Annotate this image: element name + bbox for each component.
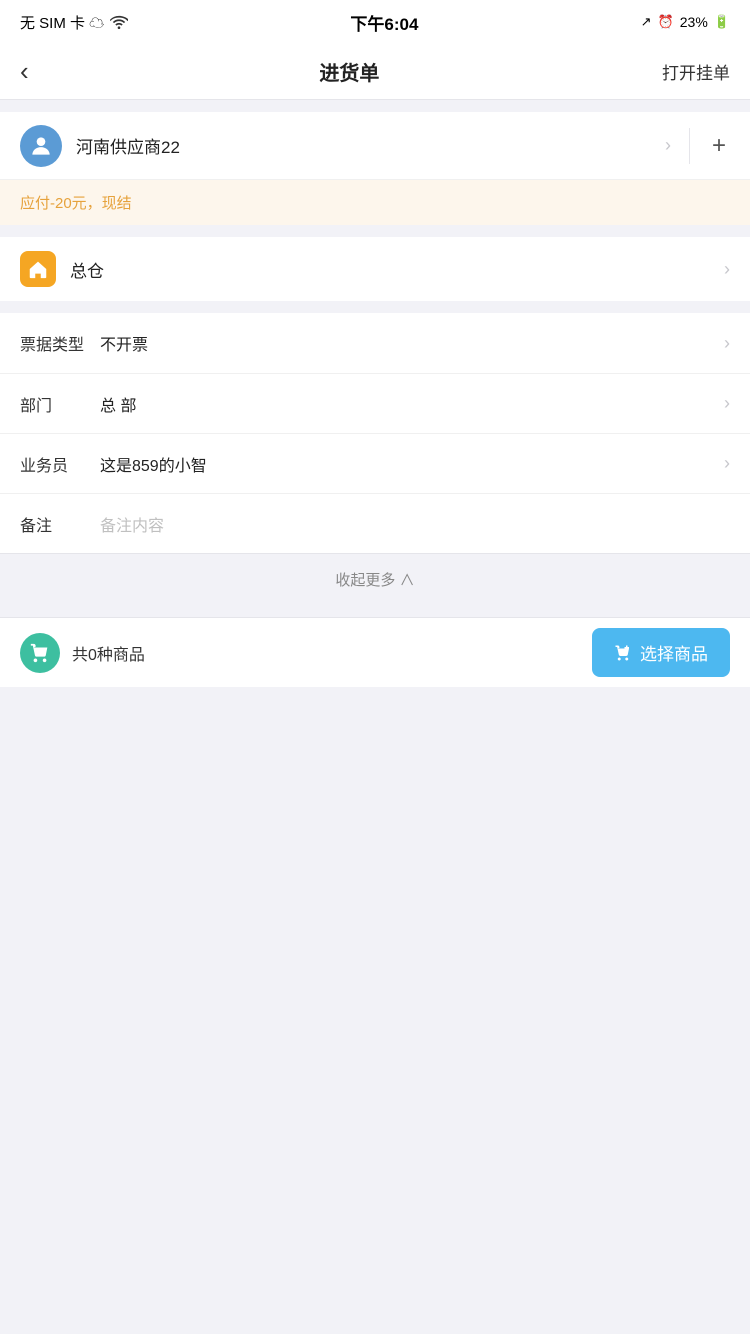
location-icon: ↗ [641, 14, 652, 30]
notice-banner: 应付-20元，现结 [0, 180, 750, 225]
person-icon [28, 133, 54, 159]
salesperson-label: 业务员 [20, 452, 100, 476]
warehouse-chevron-icon: › [724, 259, 730, 280]
cart-icon [29, 642, 51, 664]
department-chevron-icon: › [724, 393, 730, 414]
bottom-bar: 共0种商品 选择商品 [0, 617, 750, 687]
form-section: 票据类型 不开票 › 部门 总 部 › 业务员 这是859的小智 › 备注 备注… [0, 313, 750, 605]
invoice-type-chevron-icon: › [724, 333, 730, 354]
supplier-chevron-icon: › [665, 135, 671, 156]
supplier-name: 河南供应商22 [76, 133, 665, 158]
remark-label: 备注 [20, 512, 100, 536]
invoice-type-label: 票据类型 [20, 331, 100, 355]
collapse-button[interactable]: 收起更多 ∧ [0, 553, 750, 605]
department-value: 总 部 [100, 392, 724, 416]
remark-input[interactable]: 备注内容 [100, 512, 730, 536]
warehouse-name: 总仓 [70, 257, 724, 282]
department-label: 部门 [20, 392, 100, 416]
vertical-divider [689, 128, 690, 164]
section-gap-3 [0, 301, 750, 313]
status-bar: 无 SIM 卡 ☁ 下午6:04 ↗ ⏰ 23% 🔋 [0, 0, 750, 44]
back-button[interactable]: ‹ [20, 52, 37, 91]
wifi-icon [110, 15, 128, 29]
nav-bar: ‹ 进货单 打开挂单 [0, 44, 750, 100]
salesperson-chevron-icon: › [724, 453, 730, 474]
supplier-row[interactable]: 河南供应商22 › + [0, 112, 750, 180]
section-gap-2 [0, 225, 750, 237]
product-count-text: 共0种商品 [72, 641, 592, 665]
add-supplier-button[interactable]: + [708, 128, 730, 164]
select-product-button[interactable]: 选择商品 [592, 628, 730, 677]
status-time: 下午6:04 [350, 10, 418, 35]
sim-status: 无 SIM 卡 ☁ [20, 12, 104, 33]
remark-row[interactable]: 备注 备注内容 [0, 493, 750, 553]
select-product-label: 选择商品 [640, 640, 708, 665]
battery-text: 23% [680, 14, 708, 30]
product-count-icon [20, 633, 60, 673]
warehouse-row[interactable]: 总仓 › [0, 237, 750, 301]
supplier-section: 河南供应商22 › + 应付-20元，现结 [0, 112, 750, 225]
status-left: 无 SIM 卡 ☁ [20, 12, 128, 33]
status-right: ↗ ⏰ 23% 🔋 [641, 14, 730, 30]
invoice-type-row[interactable]: 票据类型 不开票 › [0, 313, 750, 373]
alarm-icon: ⏰ [658, 14, 674, 30]
department-row[interactable]: 部门 总 部 › [0, 373, 750, 433]
page-background [0, 687, 750, 987]
page-title: 进货单 [319, 57, 379, 86]
supplier-avatar [20, 125, 62, 167]
select-product-icon [614, 644, 632, 662]
invoice-type-value: 不开票 [100, 331, 724, 355]
salesperson-value: 这是859的小智 [100, 452, 724, 476]
section-gap-4 [0, 605, 750, 617]
home-icon [27, 258, 49, 280]
salesperson-row[interactable]: 业务员 这是859的小智 › [0, 433, 750, 493]
warehouse-icon [20, 251, 56, 287]
open-pending-button[interactable]: 打开挂单 [662, 59, 730, 84]
warehouse-section: 总仓 › [0, 237, 750, 301]
battery-icon: 🔋 [714, 14, 730, 30]
section-gap-1 [0, 100, 750, 112]
